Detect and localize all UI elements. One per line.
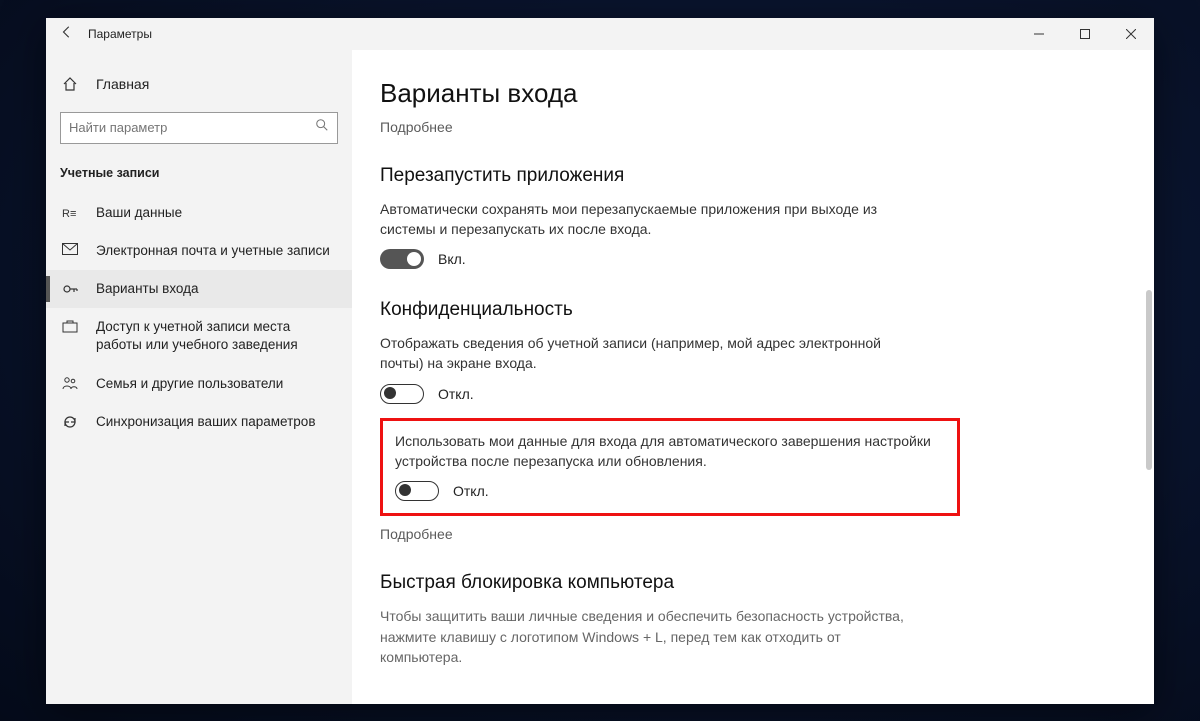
mail-icon <box>60 243 80 255</box>
privacy-desc-2: Использовать мои данные для входа для ав… <box>395 431 935 472</box>
nav-label: Доступ к учетной записи места работы или… <box>96 318 338 354</box>
nav-label: Ваши данные <box>96 204 338 222</box>
sync-icon <box>60 414 80 430</box>
nav-work-school[interactable]: Доступ к учетной записи места работы или… <box>46 308 352 364</box>
dynamic-lock-desc: Чтобы защитить ваши личные сведения и об… <box>380 606 920 667</box>
home-label: Главная <box>96 76 149 92</box>
sidebar: Главная Учетные записи R≡ Ваши данные <box>46 50 352 704</box>
home-link[interactable]: Главная <box>46 64 352 104</box>
page-title: Варианты входа <box>380 78 1114 109</box>
category-header: Учетные записи <box>46 158 352 194</box>
highlighted-setting: Использовать мои данные для входа для ав… <box>380 418 960 517</box>
back-button[interactable] <box>46 25 88 42</box>
nav-label: Семья и другие пользователи <box>96 375 338 393</box>
nav-label: Электронная почта и учетные записи <box>96 242 338 260</box>
dynamic-lock-heading: Быстрая блокировка компьютера <box>380 572 1114 594</box>
nav-email-accounts[interactable]: Электронная почта и учетные записи <box>46 232 352 270</box>
nav-label: Варианты входа <box>96 280 338 298</box>
settings-window: Параметры Главная Учетные запис <box>46 18 1154 704</box>
toggle-state-label: Откл. <box>438 386 474 402</box>
nav-sync[interactable]: Синхронизация ваших параметров <box>46 403 352 441</box>
toggle-state-label: Откл. <box>453 483 489 499</box>
privacy-heading: Конфиденциальность <box>380 299 1114 321</box>
key-icon <box>60 281 80 297</box>
search-box[interactable] <box>60 112 338 144</box>
privacy-more-link[interactable]: Подробнее <box>380 526 1114 542</box>
main-content: Варианты входа Подробнее Перезапустить п… <box>352 50 1154 704</box>
nav-signin-options[interactable]: Варианты входа <box>46 270 352 308</box>
restart-apps-desc: Автоматически сохранять мои перезапускае… <box>380 199 920 240</box>
close-button[interactable] <box>1108 18 1154 50</box>
scrollbar-thumb[interactable] <box>1146 290 1152 470</box>
home-icon <box>60 76 80 92</box>
toggle-state-label: Вкл. <box>438 251 466 267</box>
window-title: Параметры <box>88 27 152 41</box>
learn-more-link[interactable]: Подробнее <box>380 119 1114 135</box>
show-account-toggle[interactable] <box>380 384 424 404</box>
nav-label: Синхронизация ваших параметров <box>96 413 338 431</box>
restart-apps-toggle[interactable] <box>380 249 424 269</box>
restart-apps-heading: Перезапустить приложения <box>380 165 1114 187</box>
privacy-desc-1: Отображать сведения об учетной записи (н… <box>380 333 920 374</box>
search-input[interactable] <box>69 120 315 135</box>
nav-your-info[interactable]: R≡ Ваши данные <box>46 194 352 232</box>
briefcase-icon <box>60 319 80 333</box>
use-signin-toggle[interactable] <box>395 481 439 501</box>
people-icon <box>60 376 80 390</box>
nav-list: R≡ Ваши данные Электронная почта и учетн… <box>46 194 352 442</box>
maximize-button[interactable] <box>1062 18 1108 50</box>
svg-text:R≡: R≡ <box>62 208 76 220</box>
search-icon <box>315 118 329 137</box>
nav-family[interactable]: Семья и другие пользователи <box>46 365 352 403</box>
person-card-icon: R≡ <box>60 205 80 221</box>
minimize-button[interactable] <box>1016 18 1062 50</box>
titlebar: Параметры <box>46 18 1154 50</box>
